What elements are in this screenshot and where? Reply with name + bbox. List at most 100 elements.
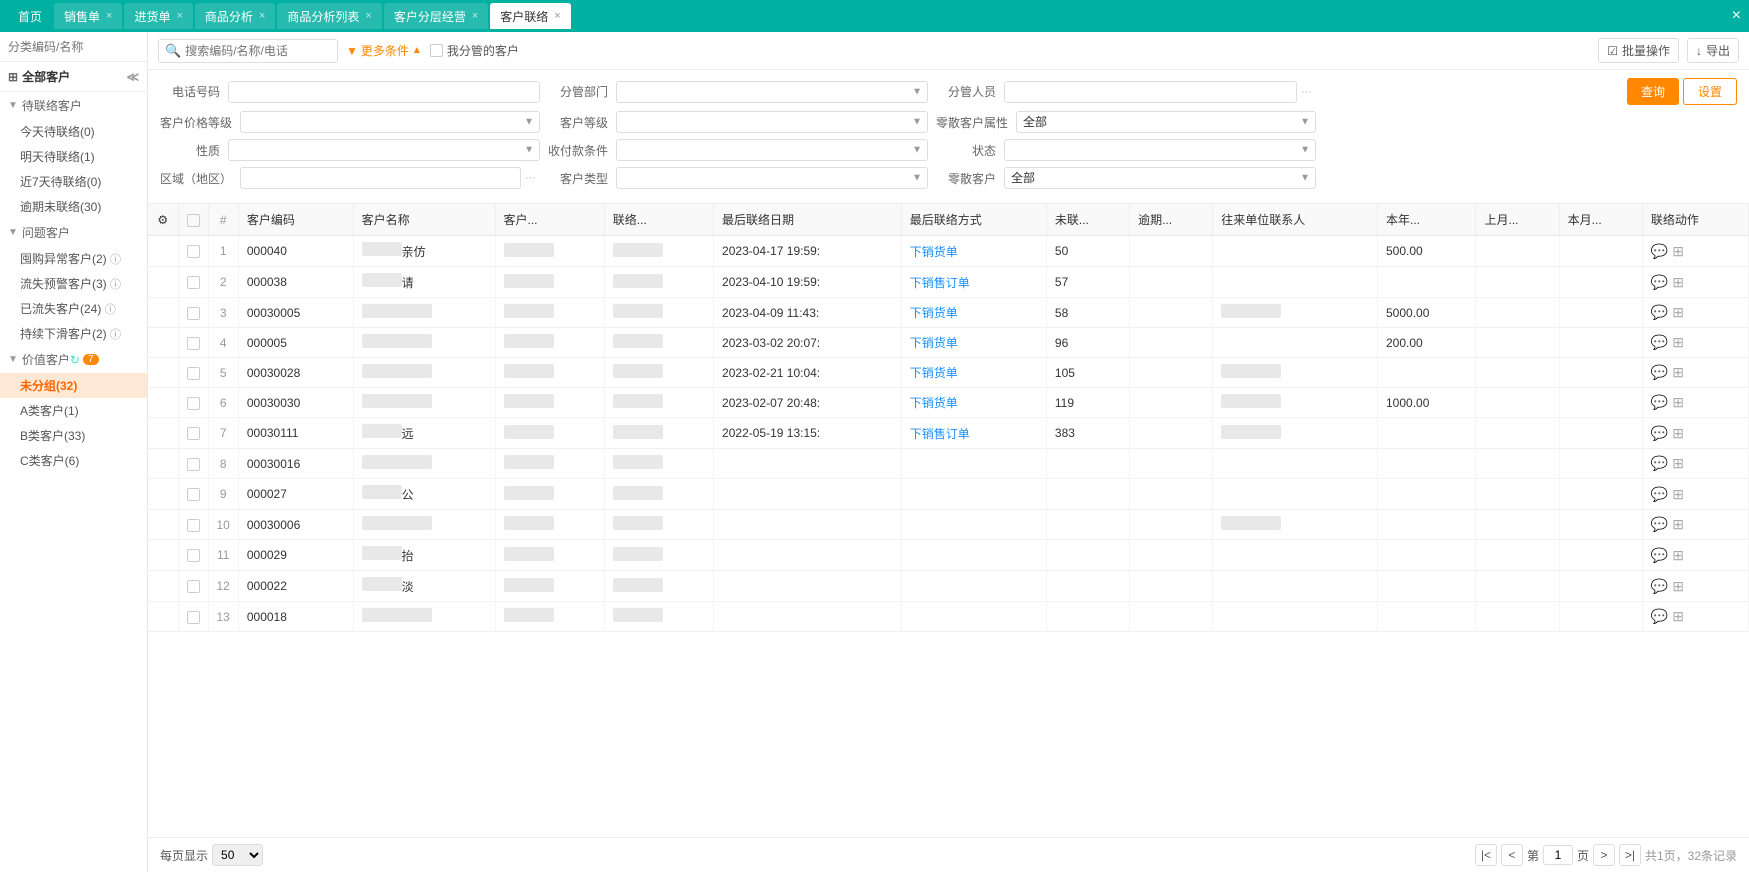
- contact-way-link[interactable]: 下销货单: [910, 366, 958, 380]
- export-button[interactable]: ↓ 导出: [1687, 38, 1739, 63]
- action-grid-icon[interactable]: ⊞: [1672, 455, 1684, 472]
- tab-close-icon[interactable]: ×: [106, 10, 112, 22]
- row-checkbox-input[interactable]: [187, 245, 200, 258]
- sidebar-item-today-pending[interactable]: 今天待联络(0): [0, 119, 147, 144]
- sidebar-item-ungroup[interactable]: 未分组(32): [0, 373, 147, 398]
- action-grid-icon[interactable]: ⊞: [1672, 578, 1684, 595]
- sidebar-item-a-type[interactable]: A类客户(1): [0, 398, 147, 423]
- action-grid-icon[interactable]: ⊞: [1672, 364, 1684, 381]
- row-checkbox-input[interactable]: [187, 397, 200, 410]
- collapse-icon[interactable]: ≪: [126, 70, 139, 84]
- row-checkbox-input[interactable]: [187, 337, 200, 350]
- sidebar-item-c-type[interactable]: C类客户(6): [0, 448, 147, 473]
- field-customer-level-select[interactable]: [616, 111, 928, 133]
- field-phone-input[interactable]: [228, 81, 540, 103]
- batch-op-button[interactable]: ☑ 批量操作: [1598, 38, 1679, 63]
- field-retail-customer-select[interactable]: 全部: [1004, 167, 1316, 189]
- home-tab[interactable]: 首页: [8, 8, 52, 25]
- action-message-icon[interactable]: 💬: [1651, 274, 1668, 291]
- sidebar-item-b-type[interactable]: B类客户(33): [0, 423, 147, 448]
- row-checkbox-input[interactable]: [187, 580, 200, 593]
- row-checkbox-input[interactable]: [187, 276, 200, 289]
- action-grid-icon[interactable]: ⊞: [1672, 243, 1684, 260]
- col-this-month[interactable]: 本月...: [1559, 204, 1642, 236]
- last-page-btn[interactable]: >|: [1619, 844, 1641, 866]
- sidebar-item-abnormal[interactable]: 囤购异常客户(2) ⓘ: [0, 246, 147, 271]
- my-customers-checkbox[interactable]: [430, 44, 443, 57]
- col-code[interactable]: 客户编码: [238, 204, 353, 236]
- col-this-year[interactable]: 本年...: [1378, 204, 1476, 236]
- sidebar-group-pending-contact[interactable]: ▼ 待联络客户: [0, 92, 147, 119]
- tab-close-icon[interactable]: ×: [176, 10, 182, 22]
- col-contact[interactable]: 联络...: [604, 204, 713, 236]
- action-grid-icon[interactable]: ⊞: [1672, 304, 1684, 321]
- tab-purchase[interactable]: 进货单 ×: [124, 3, 192, 29]
- next-page-btn[interactable]: >: [1593, 844, 1615, 866]
- row-checkbox-input[interactable]: [187, 458, 200, 471]
- row-checkbox-input[interactable]: [187, 519, 200, 532]
- tab-customer-contact[interactable]: 客户联络 ×: [490, 3, 570, 29]
- field-price-level-select[interactable]: [240, 111, 540, 133]
- sidebar-item-tomorrow-pending[interactable]: 明天待联络(1): [0, 144, 147, 169]
- action-message-icon[interactable]: 💬: [1651, 455, 1668, 472]
- action-message-icon[interactable]: 💬: [1651, 425, 1668, 442]
- action-message-icon[interactable]: 💬: [1651, 364, 1668, 381]
- action-grid-icon[interactable]: ⊞: [1672, 516, 1684, 533]
- sidebar-group-problem[interactable]: ▼ 问题客户: [0, 219, 147, 246]
- contact-way-link[interactable]: 下销货单: [910, 336, 958, 350]
- action-message-icon[interactable]: 💬: [1651, 578, 1668, 595]
- query-button[interactable]: 查询: [1627, 78, 1679, 105]
- more-conditions-btn[interactable]: ▼ 更多条件 ▲: [346, 42, 422, 59]
- prev-page-btn[interactable]: <: [1501, 844, 1523, 866]
- action-message-icon[interactable]: 💬: [1651, 243, 1668, 260]
- contact-way-link[interactable]: 下销售订单: [910, 276, 970, 290]
- field-nature-select[interactable]: [228, 139, 540, 161]
- action-grid-icon[interactable]: ⊞: [1672, 547, 1684, 564]
- contact-way-link[interactable]: 下销售订单: [910, 427, 970, 441]
- col-type[interactable]: 客户...: [495, 204, 604, 236]
- row-checkbox-input[interactable]: [187, 307, 200, 320]
- action-grid-icon[interactable]: ⊞: [1672, 425, 1684, 442]
- contact-way-link[interactable]: 下销货单: [910, 396, 958, 410]
- field-region-input[interactable]: [240, 167, 521, 189]
- action-grid-icon[interactable]: ⊞: [1672, 608, 1684, 625]
- sidebar-item-churn-warning[interactable]: 流失预警客户(3) ⓘ: [0, 271, 147, 296]
- col-name[interactable]: 客户名称: [353, 204, 495, 236]
- action-grid-icon[interactable]: ⊞: [1672, 486, 1684, 503]
- action-message-icon[interactable]: 💬: [1651, 608, 1668, 625]
- row-checkbox-input[interactable]: [187, 611, 200, 624]
- select-all-checkbox[interactable]: [187, 214, 200, 227]
- sidebar-group-value[interactable]: ▼ 价值客户 ↻ 7: [0, 346, 147, 373]
- action-message-icon[interactable]: 💬: [1651, 547, 1668, 564]
- refresh-icon[interactable]: ↻: [70, 353, 80, 367]
- col-last-month[interactable]: 上月...: [1476, 204, 1559, 236]
- tab-close-icon-active[interactable]: ×: [554, 10, 560, 22]
- field-manager-input[interactable]: [1004, 81, 1297, 103]
- col-last-contact-way[interactable]: 最后联络方式: [901, 204, 1046, 236]
- my-customers-toggle[interactable]: 我分管的客户: [430, 42, 519, 59]
- tab-close-icon[interactable]: ×: [259, 10, 265, 22]
- reset-button[interactable]: 设置: [1683, 78, 1737, 105]
- row-checkbox-input[interactable]: [187, 488, 200, 501]
- action-message-icon[interactable]: 💬: [1651, 334, 1668, 351]
- action-message-icon[interactable]: 💬: [1651, 304, 1668, 321]
- col-unit-contact[interactable]: 往来单位联系人: [1213, 204, 1378, 236]
- page-number-input[interactable]: [1543, 845, 1573, 865]
- tab-customer-segmentation[interactable]: 客户分层经营 ×: [384, 3, 488, 29]
- action-message-icon[interactable]: 💬: [1651, 516, 1668, 533]
- contact-way-link[interactable]: 下销货单: [910, 245, 958, 259]
- action-message-icon[interactable]: 💬: [1651, 394, 1668, 411]
- tab-close-icon[interactable]: ×: [365, 10, 371, 22]
- row-checkbox-input[interactable]: [187, 549, 200, 562]
- action-grid-icon[interactable]: ⊞: [1672, 394, 1684, 411]
- tab-close-icon[interactable]: ×: [472, 10, 478, 22]
- sidebar-item-declining[interactable]: 持续下滑客户(2) ⓘ: [0, 321, 147, 346]
- action-grid-icon[interactable]: ⊞: [1672, 274, 1684, 291]
- col-overdue[interactable]: 逾期...: [1130, 204, 1213, 236]
- tab-product-analysis[interactable]: 商品分析 ×: [195, 3, 275, 29]
- search-input[interactable]: [185, 44, 325, 58]
- sidebar-item-churned[interactable]: 已流失客户(24) ⓘ: [0, 296, 147, 321]
- field-retail-attr-select[interactable]: 全部: [1016, 111, 1316, 133]
- row-checkbox-input[interactable]: [187, 427, 200, 440]
- col-settings[interactable]: ⚙: [148, 204, 178, 236]
